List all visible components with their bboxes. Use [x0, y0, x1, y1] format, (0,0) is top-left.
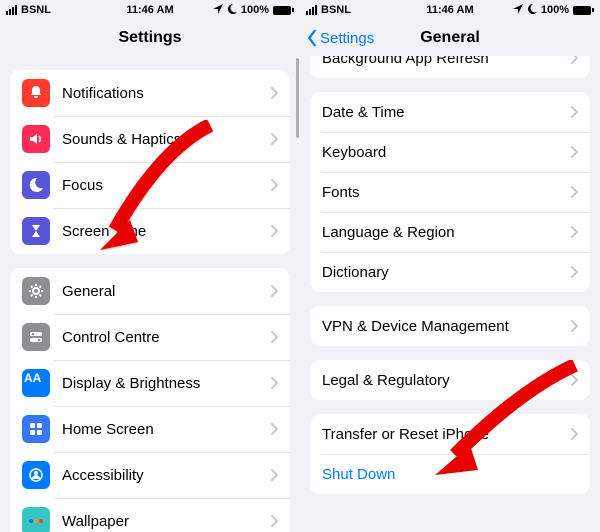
status-bar: BSNL 11:46 AM 100%	[0, 0, 300, 20]
row-label: Display & Brightness	[62, 375, 270, 392]
row-label: Focus	[62, 177, 270, 194]
row-wallpaper[interactable]: Wallpaper	[10, 498, 290, 532]
row-label: VPN & Device Management	[322, 318, 570, 335]
row-label: Control Centre	[62, 329, 270, 346]
row-label: Wallpaper	[62, 513, 270, 530]
row-accessibility[interactable]: Accessibility	[10, 452, 290, 498]
general-list[interactable]: Background App Refresh Date & Time Keyboa…	[300, 56, 600, 508]
nav-bar: Settings	[0, 20, 300, 56]
chevron-right-icon	[570, 56, 578, 64]
chevron-right-icon	[270, 87, 278, 99]
row-dictionary[interactable]: Dictionary	[310, 252, 590, 292]
chevron-right-icon	[270, 331, 278, 343]
row-language-region[interactable]: Language & Region	[310, 212, 590, 252]
location-icon	[213, 4, 223, 17]
row-label: Background App Refresh	[322, 56, 570, 67]
row-control-centre[interactable]: Control Centre	[10, 314, 290, 360]
page-title: General	[420, 29, 480, 47]
person-icon	[22, 461, 50, 489]
row-background-app-refresh[interactable]: Background App Refresh	[310, 56, 590, 78]
back-label: Settings	[320, 30, 374, 47]
battery-icon	[273, 6, 294, 15]
row-keyboard[interactable]: Keyboard	[310, 132, 590, 172]
row-label: Shut Down	[322, 466, 578, 483]
row-date-time[interactable]: Date & Time	[310, 92, 590, 132]
grid-icon	[22, 415, 50, 443]
row-notifications[interactable]: Notifications	[10, 70, 290, 116]
chevron-right-icon	[270, 225, 278, 237]
speaker-icon	[22, 125, 50, 153]
chevron-right-icon	[570, 374, 578, 386]
page-title: Settings	[118, 29, 181, 47]
chevron-right-icon	[570, 226, 578, 238]
row-label: Legal & Regulatory	[322, 372, 570, 389]
settings-list[interactable]: Notifications Sounds & Haptics Focus Screen…	[0, 56, 300, 532]
flower-icon	[22, 507, 50, 532]
aa-icon: AA	[22, 369, 50, 397]
chevron-right-icon	[270, 515, 278, 527]
svg-text:AA: AA	[24, 371, 42, 385]
row-label: Dictionary	[322, 264, 570, 281]
clock: 11:46 AM	[300, 4, 600, 16]
phone-right-general: BSNL 11:46 AM 100% Settings General Back…	[300, 0, 600, 532]
status-bar: BSNL 11:46 AM 100%	[300, 0, 600, 20]
nav-bar: Settings General	[300, 20, 600, 56]
row-sounds-haptics[interactable]: Sounds & Haptics	[10, 116, 290, 162]
chevron-right-icon	[570, 266, 578, 278]
row-shut-down[interactable]: Shut Down	[310, 454, 590, 494]
bell-icon	[22, 79, 50, 107]
row-label: Language & Region	[322, 224, 570, 241]
chevron-right-icon	[570, 428, 578, 440]
chevron-right-icon	[270, 377, 278, 389]
row-display-brightness[interactable]: AA Display & Brightness	[10, 360, 290, 406]
chevron-right-icon	[270, 423, 278, 435]
chevron-right-icon	[570, 320, 578, 332]
row-label: Keyboard	[322, 144, 570, 161]
row-focus[interactable]: Focus	[10, 162, 290, 208]
location-icon	[513, 4, 523, 17]
battery-icon	[573, 6, 594, 15]
row-label: General	[62, 283, 270, 300]
row-home-screen[interactable]: Home Screen	[10, 406, 290, 452]
clock: 11:46 AM	[0, 4, 300, 16]
chevron-right-icon	[270, 285, 278, 297]
chevron-right-icon	[270, 179, 278, 191]
row-label: Home Screen	[62, 421, 270, 438]
back-button[interactable]: Settings	[306, 20, 374, 56]
gear-icon	[22, 277, 50, 305]
row-vpn-device-management[interactable]: VPN & Device Management	[310, 306, 590, 346]
chevron-right-icon	[570, 106, 578, 118]
chevron-left-icon	[306, 29, 318, 47]
row-legal-regulatory[interactable]: Legal & Regulatory	[310, 360, 590, 400]
row-screen-time[interactable]: Screen Time	[10, 208, 290, 254]
row-label: Sounds & Haptics	[62, 131, 270, 148]
row-label: Date & Time	[322, 104, 570, 121]
row-label: Screen Time	[62, 223, 270, 240]
hourglass-icon	[22, 217, 50, 245]
row-general[interactable]: General	[10, 268, 290, 314]
row-label: Fonts	[322, 184, 570, 201]
scroll-indicator	[296, 58, 299, 138]
moon-icon	[22, 171, 50, 199]
row-label: Accessibility	[62, 467, 270, 484]
chevron-right-icon	[570, 146, 578, 158]
switches-icon	[22, 323, 50, 351]
row-label: Notifications	[62, 85, 270, 102]
row-fonts[interactable]: Fonts	[310, 172, 590, 212]
chevron-right-icon	[270, 469, 278, 481]
chevron-right-icon	[570, 186, 578, 198]
row-transfer-or-reset-iphone[interactable]: Transfer or Reset iPhone	[310, 414, 590, 454]
row-label: Transfer or Reset iPhone	[322, 426, 570, 443]
phone-left-settings: BSNL 11:46 AM 100% Settings Notification…	[0, 0, 300, 532]
chevron-right-icon	[270, 133, 278, 145]
